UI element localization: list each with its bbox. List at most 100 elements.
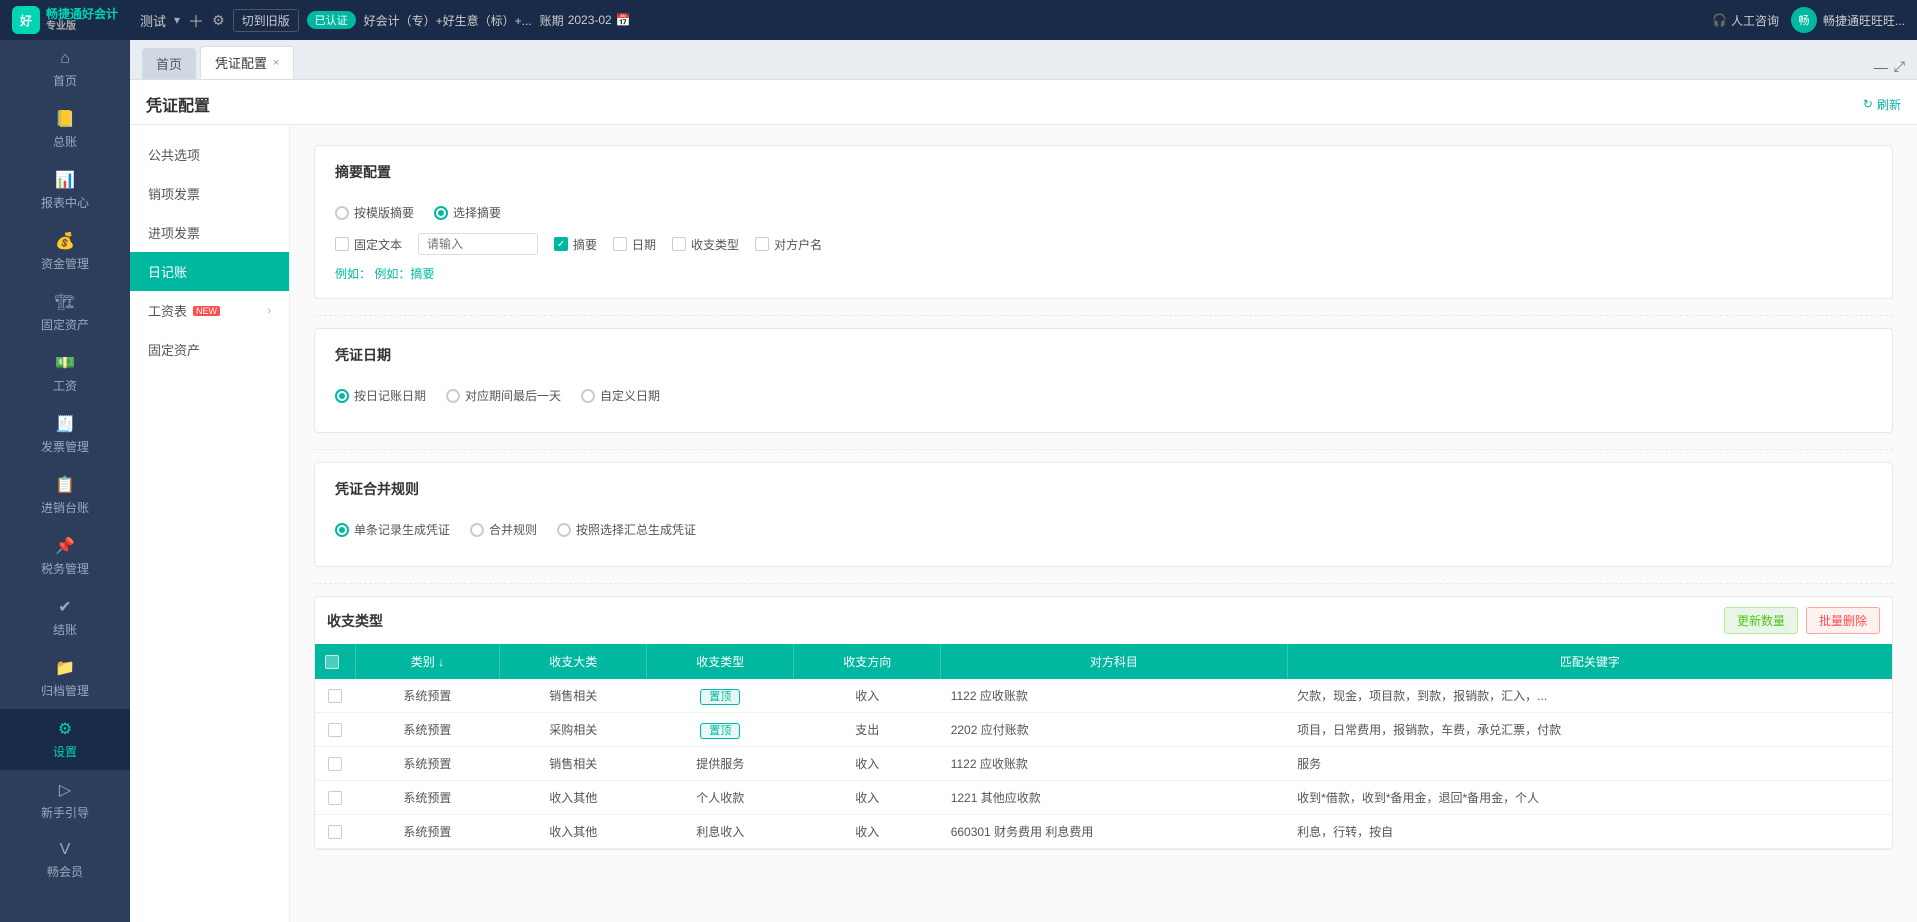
tab-home[interactable]: 首页 [142, 48, 196, 79]
merge-rules-title: 凭证合并规则 [335, 479, 1872, 507]
row-keywords: 收到*借款，收到*备用金，退回*备用金，个人 [1287, 781, 1892, 815]
sidebar: ⌂ 首页 📒 总账 📊 报表中心 💰 资金管理 🏗 固定资产 💵 工资 🧾 发票… [0, 40, 130, 922]
table-header: 类别 ↓ 收支大类 收支类型 收支方向 对方科目 匹配关键字 [315, 644, 1892, 679]
top-tag[interactable]: 置顶 [700, 723, 740, 739]
radio-journal-date[interactable]: 按日记账日期 [335, 387, 426, 404]
radio-template-circle [335, 206, 349, 220]
single-voucher-circle [335, 523, 349, 537]
sidebar-item-funds[interactable]: 💰 资金管理 [0, 221, 130, 282]
row-checkbox[interactable] [328, 757, 342, 771]
row-category: 系统预置 [355, 679, 500, 713]
top-tag[interactable]: 置顶 [700, 689, 740, 705]
radio-custom-date[interactable]: 自定义日期 [581, 387, 660, 404]
sidebar-item-home[interactable]: ⌂ 首页 [0, 40, 130, 99]
row-category: 系统预置 [355, 815, 500, 849]
sidebar-item-member[interactable]: V 畅会员 [0, 831, 130, 890]
type-checkbox-box [672, 237, 686, 251]
divider-2 [314, 449, 1893, 450]
service-button[interactable]: 🎧 人工咨询 [1712, 12, 1779, 29]
dropdown-arrow-icon[interactable]: ▾ [174, 13, 180, 27]
tab-close-icon[interactable]: × [273, 57, 279, 69]
refresh-button[interactable]: ↻ 刷新 [1863, 96, 1901, 113]
row-category: 系统预置 [355, 781, 500, 815]
sidebar-item-invoice[interactable]: 🧾 发票管理 [0, 404, 130, 465]
sidebar-item-tax[interactable]: 📌 税务管理 [0, 526, 130, 587]
tab-maximize-button[interactable]: ⤢ [1894, 58, 1905, 75]
checkbox-summary[interactable]: ✓ 摘要 [554, 236, 597, 253]
row-checkbox[interactable] [328, 791, 342, 805]
voucher-date-title: 凭证日期 [335, 345, 1872, 373]
sidebar-item-purchase[interactable]: 📋 进销台账 [0, 465, 130, 526]
summary-config-section: 摘要配置 按模版摘要 选择摘要 [314, 145, 1893, 299]
sidebar-item-settings[interactable]: ⚙ 设置 [0, 709, 130, 770]
radio-period-last[interactable]: 对应期间最后一天 [446, 387, 561, 404]
radio-merge-rule[interactable]: 合并规则 [470, 521, 537, 538]
user-menu[interactable]: 畅 畅捷通旺旺旺... [1791, 7, 1905, 33]
summary-gen-circle [557, 523, 571, 537]
table-row: 系统预置 收入其他 个人收款 收入 1221 其他应收款 收到*借款，收到*备用… [315, 781, 1892, 815]
sidebar-item-archive[interactable]: 📁 归档管理 [0, 648, 130, 709]
row-checkbox[interactable] [328, 689, 342, 703]
row-checkbox-cell [315, 815, 355, 849]
radio-select-summary[interactable]: 选择摘要 [434, 204, 501, 221]
table-actions: 更新数量 批量删除 [1724, 607, 1880, 634]
add-icon[interactable]: ＋ [188, 8, 204, 32]
sidebar-item-guide[interactable]: ▷ 新手引导 [0, 770, 130, 831]
row-main-type: 销售相关 [500, 679, 647, 713]
delete-button[interactable]: 批量删除 [1806, 607, 1880, 634]
sidebar-label-purchase: 进销台账 [41, 499, 89, 516]
single-voucher-label: 单条记录生成凭证 [354, 521, 450, 538]
counterpart-checkbox-label: 对方户名 [774, 236, 822, 253]
left-nav-payroll[interactable]: 工资表 NEW › [130, 291, 289, 330]
row-account: 1221 其他应收款 [941, 781, 1287, 815]
main-layout: ⌂ 首页 📒 总账 📊 报表中心 💰 资金管理 🏗 固定资产 💵 工资 🧾 发票… [0, 40, 1917, 922]
th-keywords: 匹配关键字 [1287, 644, 1892, 679]
table-row: 系统预置 销售相关 提供服务 收入 1122 应收账款 服务 [315, 747, 1892, 781]
fixed-text-input[interactable] [418, 233, 538, 255]
left-nav-purchase-invoice[interactable]: 进项发票 [130, 213, 289, 252]
custom-date-circle [581, 389, 595, 403]
checkbox-fixed-text[interactable]: 固定文本 [335, 236, 402, 253]
avatar: 畅 [1791, 7, 1817, 33]
sidebar-item-reports[interactable]: 📊 报表中心 [0, 160, 130, 221]
guide-icon: ▷ [59, 780, 71, 800]
divider-1 [314, 315, 1893, 316]
topbar-right: 🎧 人工咨询 畅 畅捷通旺旺旺... [1712, 7, 1905, 33]
row-account: 660301 财务费用 利息费用 [941, 815, 1287, 849]
username-label: 畅捷通旺旺旺... [1823, 12, 1905, 29]
example-value: 例如：摘要 [374, 267, 434, 281]
page-title: 凭证配置 [146, 92, 210, 116]
old-version-button[interactable]: 切到旧版 [233, 9, 299, 32]
row-checkbox[interactable] [328, 723, 342, 737]
tab-voucher-config[interactable]: 凭证配置 × [200, 46, 294, 79]
sidebar-item-fixed-assets[interactable]: 🏗 固定资产 [0, 282, 130, 343]
radio-single-voucher[interactable]: 单条记录生成凭证 [335, 521, 450, 538]
merge-rule-label: 合并规则 [489, 521, 537, 538]
left-nav-sales-invoice[interactable]: 销项发票 [130, 174, 289, 213]
checkbox-type[interactable]: 收支类型 [672, 236, 739, 253]
select-all-checkbox[interactable] [325, 655, 339, 669]
tab-minimize-button[interactable]: — [1874, 59, 1888, 75]
left-nav-public[interactable]: 公共选项 [130, 135, 289, 174]
checkbox-date[interactable]: 日期 [613, 236, 656, 253]
account-info: 好会计（专）+好生意（标）+... [364, 12, 532, 29]
period-last-label: 对应期间最后一天 [465, 387, 561, 404]
radio-summary-gen[interactable]: 按照选择汇总生成凭证 [557, 521, 696, 538]
checkbox-counterpart[interactable]: 对方户名 [755, 236, 822, 253]
sidebar-item-payroll[interactable]: 💵 工资 [0, 343, 130, 404]
sidebar-item-settlement[interactable]: ✔ 结账 [0, 587, 130, 648]
update-button[interactable]: 更新数量 [1724, 607, 1798, 634]
th-account: 对方科目 [941, 644, 1287, 679]
row-checkbox[interactable] [328, 825, 342, 839]
th-direction: 收支方向 [794, 644, 941, 679]
left-nav-journal[interactable]: 日记账 [130, 252, 289, 291]
radio-select-label: 选择摘要 [453, 204, 501, 221]
radio-template-summary[interactable]: 按模版摘要 [335, 204, 414, 221]
sidebar-item-ledger[interactable]: 📒 总账 [0, 99, 130, 160]
settings-gear-icon[interactable]: ⚙ [212, 12, 225, 29]
left-nav-fixed-assets[interactable]: 固定资产 [130, 330, 289, 369]
calendar-icon[interactable]: 📅 [616, 13, 631, 27]
th-checkbox[interactable] [315, 644, 355, 679]
row-sub-type: 置顶 [647, 679, 794, 713]
payroll-arrow-icon: › [267, 305, 271, 317]
